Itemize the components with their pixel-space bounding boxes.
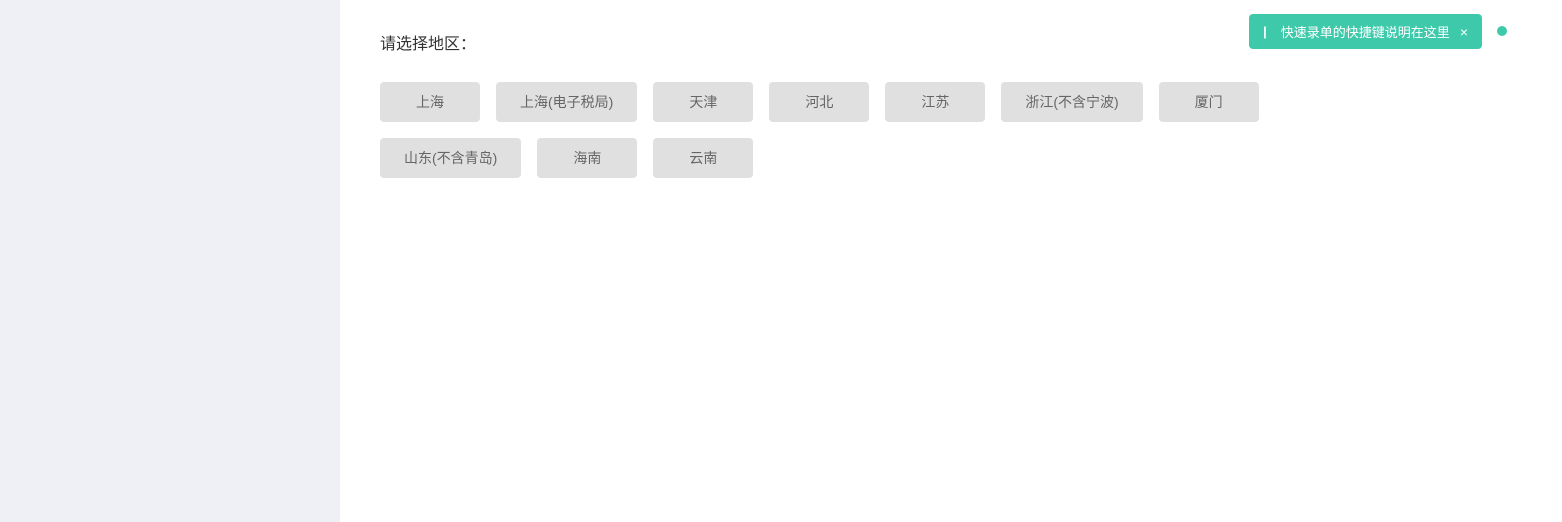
region-btn-shanghai[interactable]: 上海 [380,82,480,122]
region-btn-hebei[interactable]: 河北 [769,82,869,122]
tooltip-dot [1497,26,1507,36]
left-sidebar [0,0,340,522]
region-btn-shanghai-electronic[interactable]: 上海(电子税局) [496,82,637,122]
region-btn-xiamen[interactable]: 厦门 [1159,82,1259,122]
region-btn-jiangsu[interactable]: 江苏 [885,82,985,122]
main-content: 请选择地区： 上海上海(电子税局)天津河北江苏浙江(不含宁波)厦门山东(不含青岛… [340,0,1562,522]
tooltip-banner: 快速录单的快捷键说明在这里 × [1249,14,1482,49]
region-btn-shandong[interactable]: 山东(不含青岛) [380,138,521,178]
tooltip-close-button[interactable]: × [1460,24,1468,40]
region-buttons: 上海上海(电子税局) 天津河北江苏浙江(不含宁波) 厦门山东(不含青岛) 海南云南 [380,82,1522,178]
tooltip-text: 快速录单的快捷键说明在这里 [1281,22,1450,41]
region-btn-tianjin[interactable]: 天津 [653,82,753,122]
region-btn-yunnan[interactable]: 云南 [653,138,753,178]
region-btn-zhejiang[interactable]: 浙江(不含宁波) [1001,82,1142,122]
region-btn-hainan[interactable]: 海南 [537,138,637,178]
